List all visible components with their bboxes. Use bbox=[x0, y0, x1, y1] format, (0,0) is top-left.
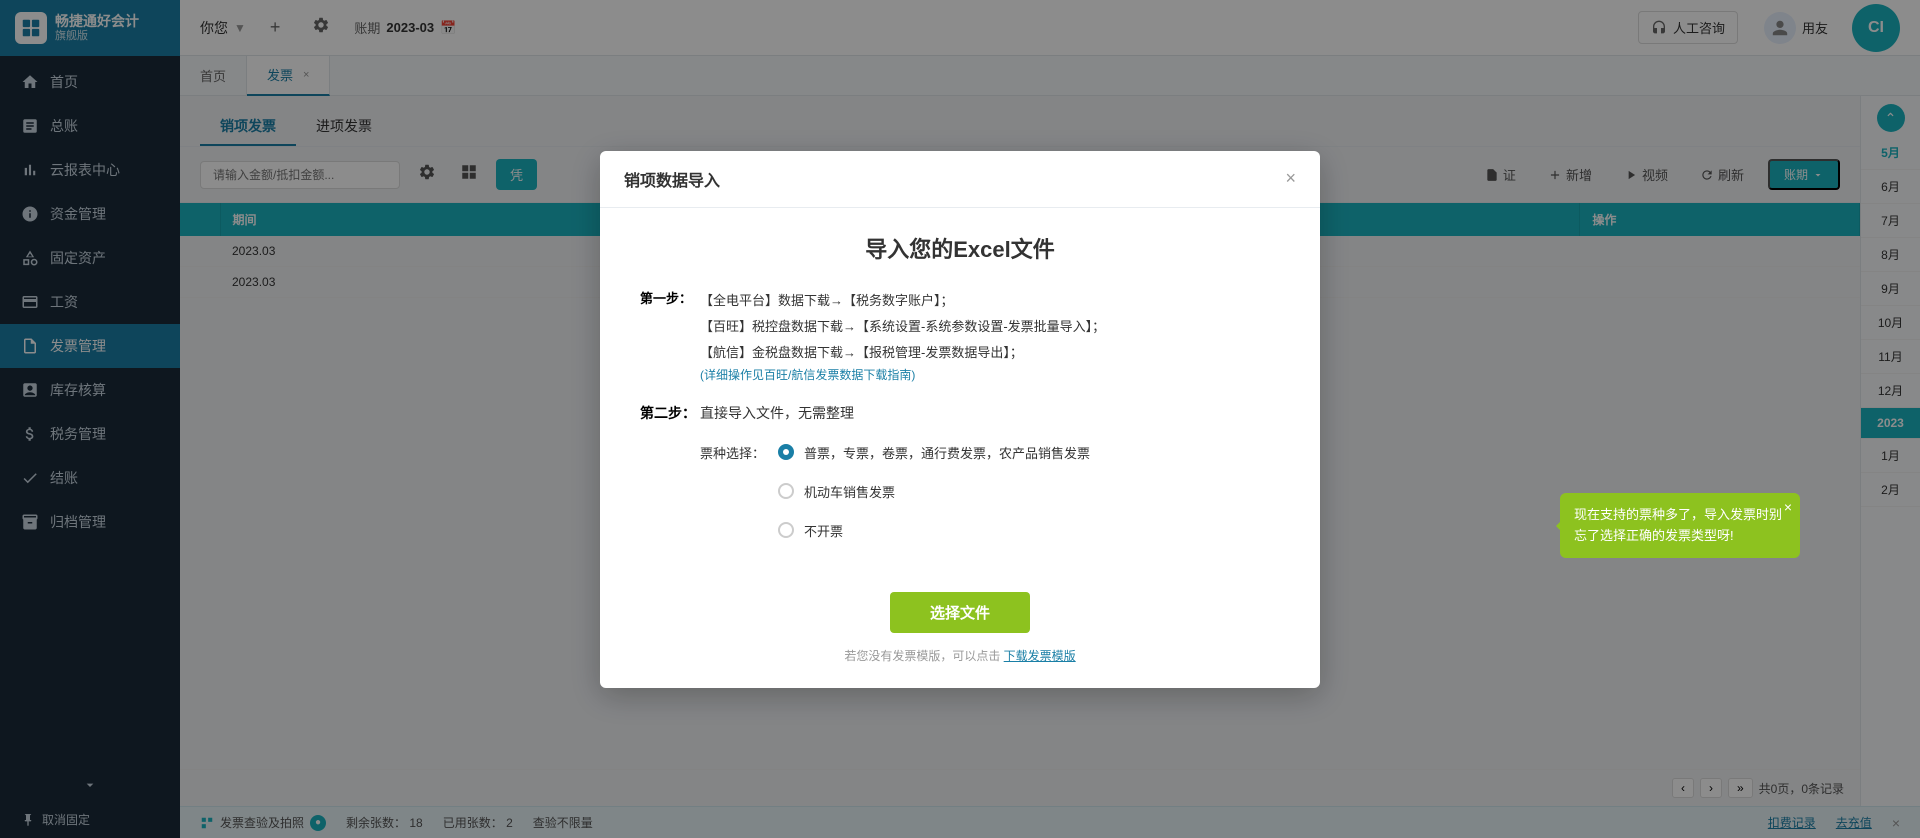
radio-vehicle[interactable]: 机动车销售发票 bbox=[778, 482, 1090, 501]
footer-note: 若您没有发票模版，可以点击 下载发票模版 bbox=[844, 647, 1075, 664]
import-modal: 销项数据导入 × 导入您的Excel文件 第一步： 【全电平台】数据下载→【税务… bbox=[600, 151, 1320, 688]
select-file-btn[interactable]: 选择文件 bbox=[890, 592, 1030, 633]
radio-normal-circle bbox=[778, 444, 794, 460]
step2: 第二步： 直接导入文件，无需整理 bbox=[640, 403, 1280, 423]
modal-header: 销项数据导入 × bbox=[600, 151, 1320, 208]
guide-link[interactable]: (详细操作见百旺/航信发票数据下载指南) bbox=[700, 366, 1105, 383]
modal-body: 导入您的Excel文件 第一步： 【全电平台】数据下载→【税务数字账户】； 【百… bbox=[600, 208, 1320, 582]
radio-group: 票种选择： 普票，专票，卷票，通行费发票，农产品销售发票 机动车销售发票 bbox=[640, 443, 1280, 550]
tooltip-container: × 现在支持的票种多了，导入发票时别忘了选择正确的发票类型呀! bbox=[1560, 521, 1610, 531]
radio-no-ticket-circle bbox=[778, 522, 794, 538]
modal-overlay[interactable]: 销项数据导入 × 导入您的Excel文件 第一步： 【全电平台】数据下载→【税务… bbox=[0, 0, 1920, 838]
modal-footer: 选择文件 若您没有发票模版，可以点击 下载发票模版 bbox=[600, 582, 1320, 688]
radio-vehicle-circle bbox=[778, 483, 794, 499]
modal-close-btn[interactable]: × bbox=[1285, 168, 1296, 189]
radio-no-ticket[interactable]: 不开票 bbox=[778, 521, 1090, 540]
tooltip-close-btn[interactable]: × bbox=[1784, 499, 1792, 515]
step1: 第一步： 【全电平台】数据下载→【税务数字账户】； 【百旺】税控盘数据下载→【系… bbox=[640, 288, 1280, 383]
radio-normal[interactable]: 普票，专票，卷票，通行费发票，农产品销售发票 bbox=[778, 443, 1090, 462]
download-template-link[interactable]: 下载发票模版 bbox=[1004, 649, 1076, 663]
tooltip-bubble: × 现在支持的票种多了，导入发票时别忘了选择正确的发票类型呀! bbox=[1560, 493, 1800, 559]
